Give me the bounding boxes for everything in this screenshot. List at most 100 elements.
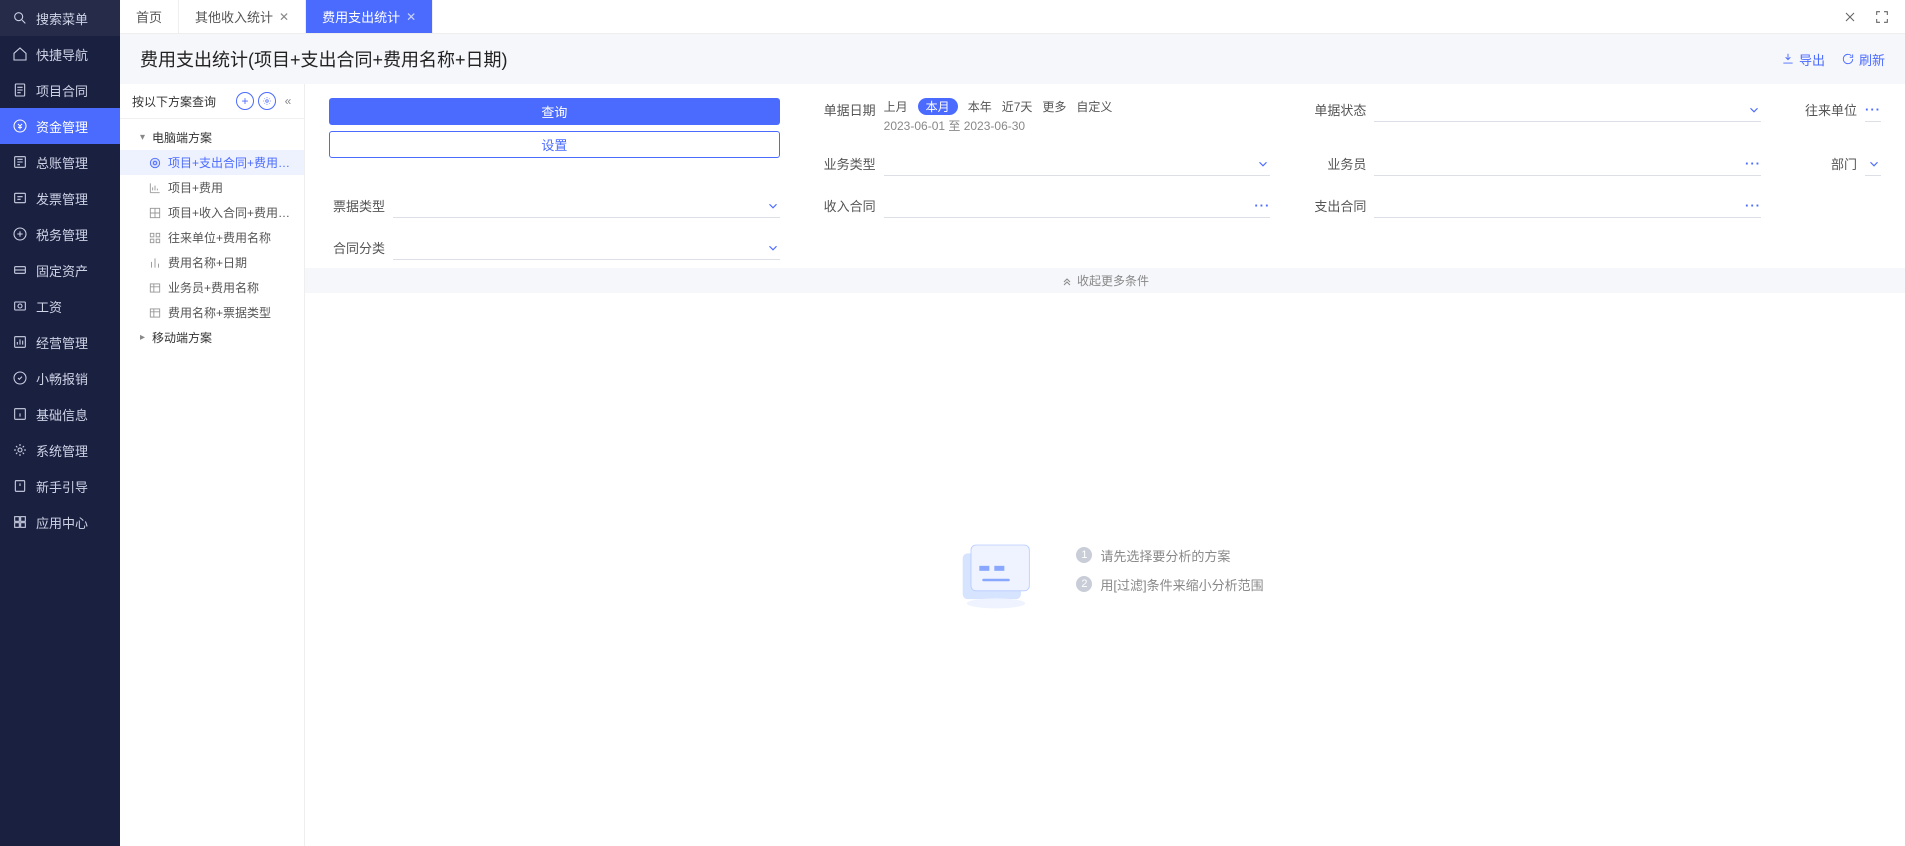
sidebar-item-appcenter[interactable]: 应用中心 <box>0 504 120 540</box>
field-tickettype: 票据类型 <box>329 194 780 218</box>
tree-node[interactable]: 项目+费用 <box>120 175 304 200</box>
sidebar-item-system[interactable]: 系统管理 <box>0 432 120 468</box>
sidebar: 搜索菜单 快捷导航 项目合同 资金管理 总账管理 发票管理 税务管理 固定资产 … <box>0 0 120 846</box>
contract-cat-select[interactable] <box>393 236 780 260</box>
empty-illustration-icon <box>946 520 1046 620</box>
chart-icon <box>148 181 162 195</box>
sidebar-item-reimburse[interactable]: 小畅报销 <box>0 360 120 396</box>
partner-picker[interactable]: ··· <box>1865 98 1881 122</box>
filter-grid: 单据日期 上月 本月 本年 近7天 更多 自定义 2023-06-01 至 20… <box>305 84 1905 268</box>
home-icon <box>12 46 28 62</box>
grid2-icon <box>148 231 162 245</box>
chevron-down-icon <box>1867 157 1881 171</box>
field-expense-contract: 支出合同··· <box>1310 194 1761 218</box>
sidebar-item-asset[interactable]: 固定资产 <box>0 252 120 288</box>
fullscreen-icon[interactable] <box>1871 6 1893 28</box>
tree-group-desktop[interactable]: ▾电脑端方案 <box>120 125 304 150</box>
add-scheme-button[interactable]: + <box>236 92 254 110</box>
date-range-text: 2023-06-01 至 2023-06-30 <box>884 117 1025 134</box>
chevron-down-icon <box>1256 157 1270 171</box>
close-icon[interactable]: ✕ <box>279 10 289 24</box>
tab-home[interactable]: 首页 <box>120 0 179 33</box>
scheme-title: 按以下方案查询 <box>132 93 232 110</box>
income-contract-picker[interactable]: ··· <box>884 194 1271 218</box>
sidebar-item-guide[interactable]: 新手引导 <box>0 468 120 504</box>
system-icon <box>12 442 28 458</box>
double-chevron-up-icon <box>1061 275 1073 287</box>
expense-contract-picker[interactable]: ··· <box>1374 194 1761 218</box>
date-opt-this-year[interactable]: 本年 <box>968 98 992 115</box>
tree-node[interactable]: 费用名称+日期 <box>120 250 304 275</box>
tree-node-label: 往来单位+费用名称 <box>168 229 271 246</box>
close-icon[interactable]: ✕ <box>406 10 416 24</box>
sidebar-item-ledger[interactable]: 总账管理 <box>0 144 120 180</box>
contract-icon <box>12 82 28 98</box>
asset-icon <box>12 262 28 278</box>
sidebar-item-search[interactable]: 搜索菜单 <box>0 0 120 36</box>
sidebar-item-biz[interactable]: 经营管理 <box>0 324 120 360</box>
sidebar-item-label: 系统管理 <box>36 441 88 460</box>
sidebar-item-label: 资金管理 <box>36 117 88 136</box>
sidebar-item-label: 税务管理 <box>36 225 88 244</box>
step-number: 1 <box>1076 547 1092 563</box>
sidebar-item-quicknav[interactable]: 快捷导航 <box>0 36 120 72</box>
field-salesman: 业务员··· <box>1310 152 1761 176</box>
tree-group-mobile[interactable]: ▸移动端方案 <box>120 325 304 350</box>
tree-node-label: 项目+支出合同+费用… <box>168 154 290 171</box>
field-label: 业务类型 <box>820 152 876 173</box>
sidebar-item-label: 固定资产 <box>36 261 88 280</box>
field-label: 单据状态 <box>1310 98 1366 119</box>
empty-step-1: 1请先选择要分析的方案 <box>1076 546 1263 565</box>
sidebar-item-contract[interactable]: 项目合同 <box>0 72 120 108</box>
info-icon <box>12 406 28 422</box>
tab-label: 费用支出统计 <box>322 7 400 26</box>
dept-select[interactable] <box>1865 152 1881 176</box>
tree-node[interactable]: 往来单位+费用名称 <box>120 225 304 250</box>
biztype-select[interactable] <box>884 152 1271 176</box>
tree-node-label: 项目+费用 <box>168 179 223 196</box>
sidebar-item-label: 工资 <box>36 297 62 316</box>
ledger-icon <box>12 154 28 170</box>
query-button[interactable]: 查询 <box>329 98 780 125</box>
status-select[interactable] <box>1374 98 1761 122</box>
sidebar-item-label: 经营管理 <box>36 333 88 352</box>
tree-node[interactable]: 项目+收入合同+费用… <box>120 200 304 225</box>
tree-node[interactable]: 项目+支出合同+费用… <box>120 150 304 175</box>
date-opt-last-month[interactable]: 上月 <box>884 98 908 115</box>
sidebar-item-info[interactable]: 基础信息 <box>0 396 120 432</box>
close-all-icon[interactable] <box>1839 6 1861 28</box>
sidebar-item-invoice[interactable]: 发票管理 <box>0 180 120 216</box>
tab-label: 首页 <box>136 7 162 26</box>
money-icon <box>12 118 28 134</box>
tree-node[interactable]: 费用名称+票据类型 <box>120 300 304 325</box>
step-number: 2 <box>1076 576 1092 592</box>
reimburse-icon <box>12 370 28 386</box>
scheme-settings-button[interactable] <box>258 92 276 110</box>
sidebar-item-label: 项目合同 <box>36 81 88 100</box>
ellipsis-icon: ··· <box>1745 198 1761 213</box>
tree-node-label: 项目+收入合同+费用… <box>168 204 290 221</box>
field-label: 部门 <box>1801 152 1857 173</box>
date-opt-more[interactable]: 更多 <box>1042 98 1066 115</box>
setting-button[interactable]: 设置 <box>329 131 780 158</box>
page-header: 费用支出统计(项目+支出合同+费用名称+日期) 导出 刷新 <box>120 34 1905 84</box>
date-opt-7days[interactable]: 近7天 <box>1002 98 1033 115</box>
date-opt-custom[interactable]: 自定义 <box>1076 98 1112 115</box>
sidebar-item-salary[interactable]: 工资 <box>0 288 120 324</box>
guide-icon <box>12 478 28 494</box>
sidebar-item-tax[interactable]: 税务管理 <box>0 216 120 252</box>
field-date: 单据日期 上月 本月 本年 近7天 更多 自定义 2023-06-01 至 20… <box>820 98 1271 134</box>
tab-expense-stats[interactable]: 费用支出统计 ✕ <box>306 0 433 33</box>
sidebar-item-fund[interactable]: 资金管理 <box>0 108 120 144</box>
tab-other-income[interactable]: 其他收入统计✕ <box>179 0 306 33</box>
collapse-filters-button[interactable]: 收起更多条件 <box>305 268 1905 293</box>
tickettype-select[interactable] <box>393 194 780 218</box>
step-text: 用[过滤]条件来缩小分析范围 <box>1100 575 1263 594</box>
collapse-panel-icon[interactable]: « <box>280 93 296 109</box>
export-button[interactable]: 导出 <box>1781 50 1825 69</box>
refresh-button[interactable]: 刷新 <box>1841 50 1885 69</box>
ellipsis-icon: ··· <box>1865 102 1881 117</box>
tree-node[interactable]: 业务员+费用名称 <box>120 275 304 300</box>
salesman-picker[interactable]: ··· <box>1374 152 1761 176</box>
date-opt-this-month[interactable]: 本月 <box>918 98 958 115</box>
